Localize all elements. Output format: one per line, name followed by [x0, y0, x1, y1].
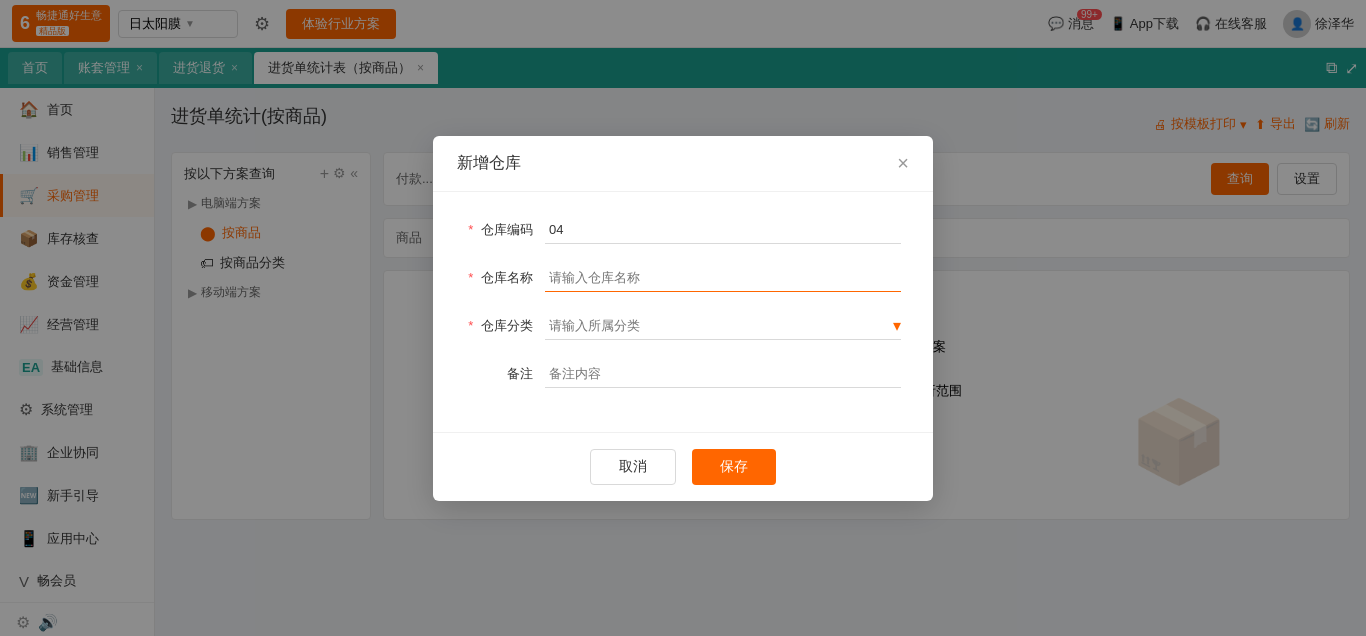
modal-overlay: 新增仓库 × * 仓库编码 * 仓库名称	[0, 0, 1366, 636]
cancel-button[interactable]: 取消	[590, 449, 676, 485]
form-row-code: * 仓库编码	[465, 216, 901, 244]
category-label: * 仓库分类	[465, 317, 545, 335]
name-input[interactable]	[545, 264, 901, 292]
code-label: * 仓库编码	[465, 221, 545, 239]
category-dropdown-icon[interactable]: ▾	[893, 316, 901, 335]
name-label: * 仓库名称	[465, 269, 545, 287]
save-button[interactable]: 保存	[692, 449, 776, 485]
form-row-name: * 仓库名称	[465, 264, 901, 292]
new-warehouse-modal: 新增仓库 × * 仓库编码 * 仓库名称	[433, 136, 933, 501]
category-select-wrapper: ▾	[545, 312, 901, 340]
category-input[interactable]	[545, 312, 893, 339]
code-input[interactable]	[545, 216, 901, 244]
modal-body: * 仓库编码 * 仓库名称 * 仓库分类	[433, 192, 933, 432]
remark-input[interactable]	[545, 360, 901, 388]
form-row-category: * 仓库分类 ▾	[465, 312, 901, 340]
form-row-remark: 备注	[465, 360, 901, 388]
remark-label: 备注	[465, 365, 545, 383]
modal-close-button[interactable]: ×	[897, 152, 909, 175]
modal-footer: 取消 保存	[433, 432, 933, 501]
modal-title: 新增仓库	[457, 153, 521, 174]
modal-header: 新增仓库 ×	[433, 136, 933, 192]
